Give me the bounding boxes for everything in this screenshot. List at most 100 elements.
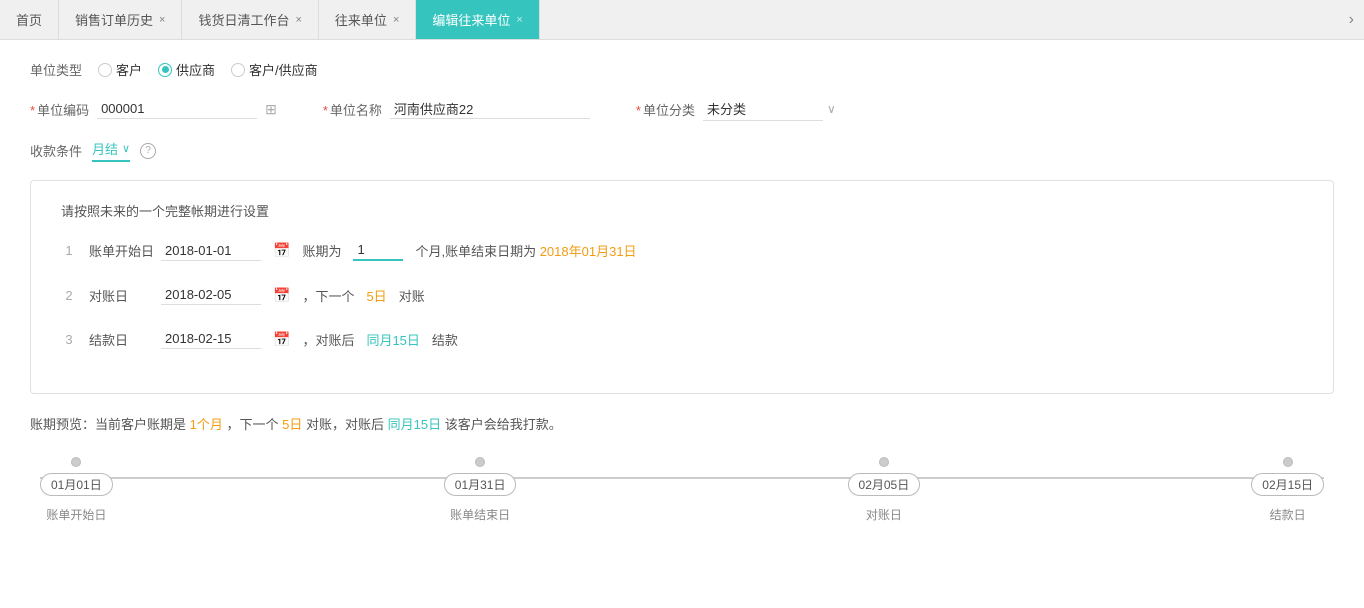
calendar-icon-3[interactable]: 📅	[273, 331, 290, 348]
row-label-3: 结款日	[89, 330, 149, 349]
required-star-code: *	[30, 103, 35, 118]
timeline-label-0: 账单开始日	[46, 506, 106, 523]
timeline-items: 01月01日 账单开始日 01月31日 账单结束日 02月05日 对账日 02月…	[40, 457, 1324, 523]
tab-home-label: 首页	[16, 10, 42, 29]
payment-condition-label: 收款条件	[30, 141, 82, 160]
tab-scroll-arrow[interactable]: ›	[1339, 0, 1364, 39]
timeline-tag-1: 01月31日	[444, 473, 517, 496]
date-input-3[interactable]	[161, 329, 261, 349]
timeline-dot-0	[71, 457, 81, 467]
preview-suffix: 该客户会给我打款。	[445, 417, 562, 432]
radio-customer-circle	[98, 63, 112, 77]
unit-category-label: *单位分类	[636, 100, 695, 119]
required-star-category: *	[636, 103, 641, 118]
radio-supplier-circle	[158, 63, 172, 77]
row-desc-before-3: ，对账后	[302, 330, 354, 349]
radio-customer-label: 客户	[116, 60, 142, 79]
unit-category-select[interactable]: 未分类 ∨	[703, 97, 836, 121]
unit-name-group: *单位名称	[323, 99, 590, 119]
row-number-3: 3	[61, 332, 77, 347]
payment-condition-row: 收款条件 月结 ∨ ?	[30, 139, 1334, 162]
unit-code-group: *单位编码 ⊞	[30, 99, 277, 119]
calendar-icon-1[interactable]: 📅	[273, 242, 290, 259]
radio-both[interactable]: 客户/供应商	[231, 60, 318, 79]
timeline-container: 01月01日 账单开始日 01月31日 账单结束日 02月05日 对账日 02月…	[30, 457, 1334, 523]
settlement-row-3: 3 结款日 📅 ，对账后 同月15日 结款	[61, 329, 1303, 349]
row-desc-after-3: 结款	[432, 330, 458, 349]
tab-sales-order-history[interactable]: 销售订单历史 ×	[59, 0, 182, 39]
row-desc-after-1: 个月,账单结束日期为 2018年01月31日	[415, 241, 636, 260]
date-input-2[interactable]	[161, 285, 261, 305]
preview-part2: 5日	[282, 417, 302, 432]
row-desc-before-1: 账期为	[302, 241, 341, 260]
timeline-item-0: 01月01日 账单开始日	[40, 457, 113, 523]
help-icon[interactable]: ?	[140, 143, 156, 159]
timeline-label-3: 结款日	[1270, 506, 1306, 523]
radio-both-label: 客户/供应商	[249, 60, 318, 79]
tab-cash-reconciliation-close[interactable]: ×	[295, 14, 301, 26]
settlement-box: 请按照未来的一个完整帐期进行设置 1 账单开始日 📅 账期为 个月,账单结束日期…	[30, 180, 1334, 394]
row-number-2: 2	[61, 288, 77, 303]
settlement-title: 请按照未来的一个完整帐期进行设置	[61, 201, 1303, 220]
date-input-1[interactable]	[161, 241, 261, 261]
payment-condition-select[interactable]: 月结 ∨	[92, 139, 130, 162]
tab-cash-reconciliation-label: 钱货日清工作台	[198, 10, 289, 29]
copy-icon[interactable]: ⊞	[265, 101, 277, 118]
row-label-1: 账单开始日	[89, 241, 149, 260]
unit-name-input[interactable]	[390, 99, 590, 119]
preview-text: 账期预览：当前客户账期是 1个月 ，下一个 5日 对账，对账后 同月15日 该客…	[30, 414, 1334, 433]
tab-sales-order-history-label: 销售订单历史	[75, 10, 153, 29]
unit-type-label: 单位类型	[30, 60, 82, 79]
unit-code-input[interactable]	[97, 99, 257, 119]
preview-part1: 1个月	[190, 417, 223, 432]
payment-condition-chevron[interactable]: ∨	[122, 142, 130, 155]
unit-category-chevron[interactable]: ∨	[827, 102, 836, 116]
unit-details-row: *单位编码 ⊞ *单位名称 *单位分类 未分类 ∨	[30, 97, 1334, 121]
timeline-item-1: 01月31日 账单结束日	[444, 457, 517, 523]
tab-edit-partner-close[interactable]: ×	[516, 14, 522, 26]
preview-part3: 同月15日	[388, 417, 441, 432]
row-number-1: 1	[61, 243, 77, 258]
timeline-tag-2: 02月05日	[848, 473, 921, 496]
row-highlight-3: 同月15日	[366, 330, 419, 349]
payment-condition-value: 月结	[92, 139, 118, 158]
unit-type-row: 单位类型 客户 供应商 客户/供应商	[30, 60, 1334, 79]
tab-edit-partner-label: 编辑往来单位	[432, 10, 510, 29]
row-desc-after-2: 对账	[399, 286, 425, 305]
tab-partner-units-label: 往来单位	[335, 10, 387, 29]
settlement-row-2: 2 对账日 📅 ，下一个 5日 对账	[61, 285, 1303, 305]
timeline-label-2: 对账日	[866, 506, 902, 523]
tab-home[interactable]: 首页	[0, 0, 59, 39]
unit-category-group: *单位分类 未分类 ∨	[636, 97, 836, 121]
radio-customer[interactable]: 客户	[98, 60, 142, 79]
row-highlight-1: 2018年01月31日	[540, 244, 637, 259]
preview-sep2: 对账，对账后	[306, 417, 384, 432]
row-highlight-2: 5日	[366, 286, 386, 305]
calendar-icon-2[interactable]: 📅	[273, 287, 290, 304]
timeline-dot-2	[879, 457, 889, 467]
timeline-dot-3	[1283, 457, 1293, 467]
row-desc-before-2: ，下一个	[302, 286, 354, 305]
timeline-label-1: 账单结束日	[450, 506, 510, 523]
main-content: 单位类型 客户 供应商 客户/供应商 *单位编码 ⊞	[0, 40, 1364, 608]
radio-supplier[interactable]: 供应商	[158, 60, 215, 79]
tab-partner-units[interactable]: 往来单位 ×	[319, 0, 416, 39]
period-input[interactable]	[353, 240, 403, 261]
timeline-tag-3: 02月15日	[1251, 473, 1324, 496]
unit-code-label: *单位编码	[30, 100, 89, 119]
settlement-row-1: 1 账单开始日 📅 账期为 个月,账单结束日期为 2018年01月31日	[61, 240, 1303, 261]
unit-type-radio-group: 客户 供应商 客户/供应商	[98, 60, 318, 79]
tab-sales-order-history-close[interactable]: ×	[159, 14, 165, 26]
required-star-name: *	[323, 103, 328, 118]
unit-name-label: *单位名称	[323, 100, 382, 119]
timeline-dot-1	[475, 457, 485, 467]
preview-prefix: 账期预览：当前客户账期是	[30, 417, 186, 432]
tab-cash-reconciliation[interactable]: 钱货日清工作台 ×	[182, 0, 318, 39]
tab-edit-partner[interactable]: 编辑往来单位 ×	[416, 0, 539, 39]
radio-supplier-label: 供应商	[176, 60, 215, 79]
tab-partner-units-close[interactable]: ×	[393, 14, 399, 26]
preview-sep1: ，下一个	[227, 417, 279, 432]
timeline-item-3: 02月15日 结款日	[1251, 457, 1324, 523]
radio-both-circle	[231, 63, 245, 77]
tabs-bar: 首页 销售订单历史 × 钱货日清工作台 × 往来单位 × 编辑往来单位 × ›	[0, 0, 1364, 40]
